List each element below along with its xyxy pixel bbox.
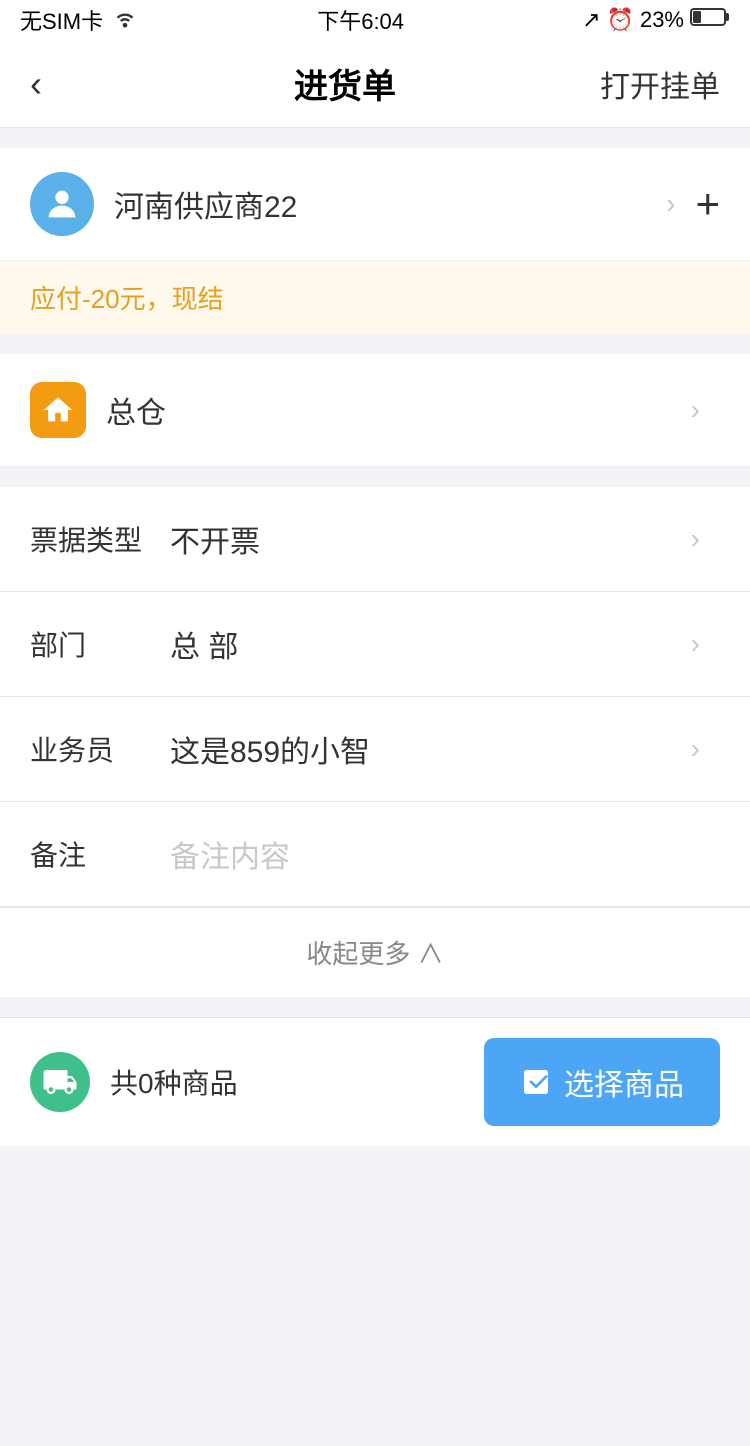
- department-row[interactable]: 部门 总 部 ›: [0, 592, 750, 697]
- department-label: 部门: [30, 624, 170, 664]
- alarm-icon: ⏰: [607, 7, 634, 33]
- notice-bar: 应付-20元，现结: [0, 261, 750, 334]
- battery-icon: [690, 6, 730, 34]
- status-bar: 无SIM卡 下午6:04 ↗ ⏰ 23%: [0, 0, 750, 40]
- bottom-bar: 共0种商品 选择商品: [0, 1017, 750, 1146]
- department-value: 总 部: [170, 622, 691, 666]
- product-count-label: 共0种商品: [110, 1062, 484, 1102]
- warehouse-card: 总仓 ›: [0, 354, 750, 467]
- invoice-type-label: 票据类型: [30, 519, 170, 559]
- select-product-button[interactable]: 选择商品: [484, 1038, 720, 1126]
- supplier-row[interactable]: 河南供应商22 › +: [0, 148, 750, 261]
- nav-bar: ‹ 进货单 打开挂单: [0, 40, 750, 128]
- time-label: 下午6:04: [317, 4, 404, 36]
- battery-label: 23%: [640, 7, 684, 33]
- invoice-type-row[interactable]: 票据类型 不开票 ›: [0, 487, 750, 592]
- status-left: 无SIM卡: [20, 4, 139, 36]
- supplier-card: 河南供应商22 › + 应付-20元，现结: [0, 148, 750, 334]
- notice-text: 应付-20元，现结: [30, 284, 224, 314]
- salesperson-row[interactable]: 业务员 这是859的小智 ›: [0, 697, 750, 802]
- remark-row[interactable]: 备注 备注内容: [0, 802, 750, 907]
- section-gap-1: [0, 128, 750, 148]
- department-chevron-icon: ›: [691, 628, 700, 660]
- warehouse-chevron-icon: ›: [691, 394, 700, 426]
- gray-background: [0, 1146, 750, 1446]
- remark-label: 备注: [30, 834, 170, 874]
- supplier-chevron-icon: ›: [666, 188, 675, 220]
- section-gap-2: [0, 334, 750, 354]
- add-supplier-button[interactable]: +: [695, 183, 720, 225]
- salesperson-value: 这是859的小智: [170, 727, 691, 771]
- warehouse-name: 总仓: [106, 388, 691, 432]
- carrier-label: 无SIM卡: [20, 4, 103, 36]
- open-pending-button[interactable]: 打开挂单: [600, 62, 720, 106]
- remark-input[interactable]: 备注内容: [170, 832, 720, 876]
- salesperson-chevron-icon: ›: [691, 733, 700, 765]
- warehouse-icon: [30, 382, 86, 438]
- form-card: 票据类型 不开票 › 部门 总 部 › 业务员 这是859的小智 › 备注 备注…: [0, 487, 750, 997]
- product-icon: [30, 1052, 90, 1112]
- supplier-name: 河南供应商22: [114, 182, 666, 226]
- collapse-button[interactable]: 收起更多 ∧: [0, 907, 750, 997]
- location-icon: ↗: [582, 7, 600, 33]
- warehouse-row[interactable]: 总仓 ›: [0, 354, 750, 467]
- collapse-label: 收起更多 ∧: [306, 934, 443, 971]
- page-title: 进货单: [294, 59, 396, 108]
- invoice-type-chevron-icon: ›: [691, 523, 700, 555]
- status-right: ↗ ⏰ 23%: [582, 6, 730, 34]
- select-product-label: 选择商品: [564, 1060, 684, 1104]
- wifi-icon: [111, 6, 139, 34]
- section-gap-3: [0, 467, 750, 487]
- supplier-avatar: [30, 172, 94, 236]
- invoice-type-value: 不开票: [170, 517, 691, 561]
- salesperson-label: 业务员: [30, 729, 170, 769]
- back-button[interactable]: ‹: [30, 63, 90, 105]
- section-gap-4: [0, 997, 750, 1017]
